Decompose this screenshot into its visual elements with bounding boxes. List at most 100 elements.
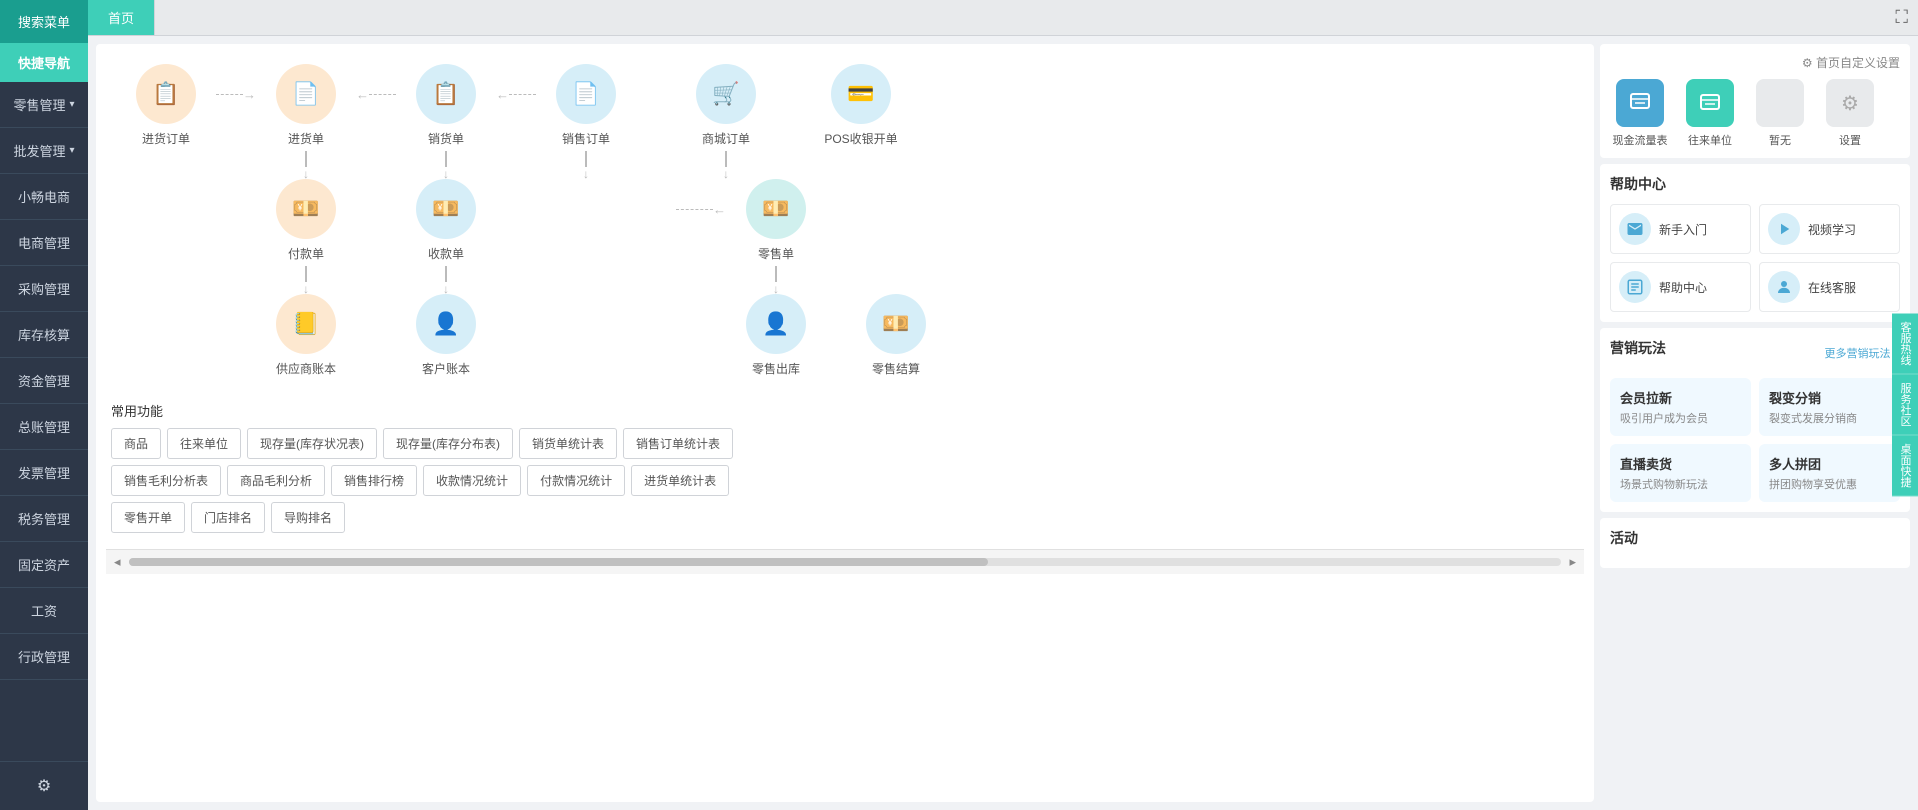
marketing-group[interactable]: 多人拼团 拼团购物享受优惠 (1759, 444, 1900, 502)
sidebar-search[interactable]: 搜索菜单 (0, 0, 88, 43)
customer-book-icon: 👤 (416, 294, 476, 354)
home-settings-link[interactable]: ⚙ 首页自定义设置 (1610, 54, 1900, 71)
customer-book-label: 客户账本 (422, 360, 470, 377)
func-btn-stock2[interactable]: 现存量(库存分布表) (383, 428, 513, 459)
func-btn-gross1[interactable]: 销售毛利分析表 (111, 465, 221, 496)
retail-icon: 💴 (746, 179, 806, 239)
func-btn-order-stat[interactable]: 销售订单统计表 (623, 428, 733, 459)
func-btn-gross2[interactable]: 商品毛利分析 (227, 465, 325, 496)
marketing-member-desc: 吸引用户成为会员 (1620, 410, 1741, 426)
func-btn-stock1[interactable]: 现存量(库存状况表) (247, 428, 377, 459)
flow-node-payment[interactable]: 💴 付款单 (256, 179, 356, 262)
flow-node-customer-book[interactable]: 👤 客户账本 (396, 294, 496, 377)
marketing-title: 营销玩法 (1610, 338, 1666, 358)
video-icon (1768, 213, 1800, 245)
func-btn-guide-rank[interactable]: 导购排名 (271, 502, 345, 533)
float-btn-desktop[interactable]: 桌面快捷 (1892, 436, 1918, 497)
func-btn-goods[interactable]: 商品 (111, 428, 161, 459)
mall-order-label: 商城订单 (702, 130, 750, 147)
func-btn-payment-stat[interactable]: 付款情况统计 (527, 465, 625, 496)
flow-node-purchase[interactable]: 📄 进货单 (256, 64, 356, 147)
flow-node-retail[interactable]: 💴 零售单 (726, 179, 826, 262)
quick-nav-icons: 现金流量表 往来单位 暂无 ⚙ 设置 (1610, 79, 1900, 148)
sidebar-item-purchase[interactable]: 采购管理 (0, 266, 88, 312)
func-btn-retail-order[interactable]: 零售开单 (111, 502, 185, 533)
func-btn-sales-stat[interactable]: 销货单统计表 (519, 428, 617, 459)
sidebar-item-ledger[interactable]: 总账管理 (0, 404, 88, 450)
flow-node-sales[interactable]: 📋 销货单 (396, 64, 496, 147)
expand-icon[interactable]: ⛶ (1885, 1, 1918, 34)
right-panel: ⚙ 首页自定义设置 现金流量表 往来单位 (1600, 44, 1910, 802)
marketing-fission[interactable]: 裂变分销 裂变式发展分销商 (1759, 378, 1900, 436)
marketing-fission-title: 裂变分销 (1769, 388, 1890, 407)
quick-icon-cashflow[interactable]: 现金流量表 (1610, 79, 1670, 148)
help-item-video[interactable]: 视频学习 (1759, 204, 1900, 254)
pos-icon: 💳 (831, 64, 891, 124)
sidebar-item-ecommerce-small[interactable]: 小畅电商 (0, 174, 88, 220)
sidebar-item-wholesale[interactable]: 批发管理▾ (0, 128, 88, 174)
quick-icon-partners[interactable]: 往来单位 (1680, 79, 1740, 148)
flow-node-supplier-book[interactable]: 📒 供应商账本 (256, 294, 356, 377)
sidebar-item-ecommerce[interactable]: 电商管理 (0, 220, 88, 266)
sidebar-item-tax[interactable]: 税务管理 (0, 496, 88, 542)
marketing-section: 营销玩法 更多营销玩法 > 会员拉新 吸引用户成为会员 裂变分销 裂变式发展分销… (1600, 328, 1910, 512)
marketing-fission-desc: 裂变式发展分销商 (1769, 410, 1890, 426)
flow-node-mall-order[interactable]: 🛒 商城订单 (676, 64, 776, 147)
help-center-label: 帮助中心 (1659, 279, 1707, 296)
tab-home[interactable]: 首页 (88, 0, 155, 35)
settings-icon: ⚙ (1826, 79, 1874, 127)
more-marketing-link[interactable]: 更多营销玩法 > (1825, 345, 1900, 361)
help-item-beginner[interactable]: 新手入门 (1610, 204, 1751, 254)
func-btn-purchase-stat[interactable]: 进货单统计表 (631, 465, 729, 496)
marketing-live[interactable]: 直播卖货 场景式购物新玩法 (1610, 444, 1751, 502)
flow-node-purchase-order[interactable]: 📋 进货订单 (116, 64, 216, 147)
help-title: 帮助中心 (1610, 174, 1900, 194)
sales-icon: 📋 (416, 64, 476, 124)
sidebar-item-retail[interactable]: 零售管理▾ (0, 82, 88, 128)
quick-icon-none[interactable]: 暂无 (1750, 79, 1810, 148)
marketing-grid: 会员拉新 吸引用户成为会员 裂变分销 裂变式发展分销商 直播卖货 场景式购物新玩… (1610, 378, 1900, 502)
help-section: 帮助中心 新手入门 视频学习 (1600, 164, 1910, 322)
sidebar-item-invoice[interactable]: 发票管理 (0, 450, 88, 496)
sidebar-item-salary[interactable]: 工资 (0, 588, 88, 634)
tab-bar: 首页 ⛶ (88, 0, 1918, 36)
sidebar-item-admin[interactable]: 行政管理 (0, 634, 88, 680)
flow-node-pos[interactable]: 💳 POS收银开单 (806, 64, 916, 147)
retail-settle-label: 零售结算 (872, 360, 920, 377)
beginner-label: 新手入门 (1659, 221, 1707, 238)
retail-label: 零售单 (758, 245, 794, 262)
func-btn-receipt-stat[interactable]: 收款情况统计 (423, 465, 521, 496)
func-btn-ranking[interactable]: 销售排行榜 (331, 465, 417, 496)
marketing-member[interactable]: 会员拉新 吸引用户成为会员 (1610, 378, 1751, 436)
sidebar-item-inventory[interactable]: 库存核算 (0, 312, 88, 358)
receipt-label: 收款单 (428, 245, 464, 262)
float-btn-community[interactable]: 服务社区 (1892, 375, 1918, 436)
flow-node-retail-settle[interactable]: 💴 零售结算 (846, 294, 946, 377)
activity-section: 活动 (1600, 518, 1910, 568)
flow-node-retail-out[interactable]: 👤 零售出库 (726, 294, 826, 377)
float-btn-service[interactable]: 客服热线 (1892, 314, 1918, 375)
sidebar: 搜索菜单 快捷导航 零售管理▾ 批发管理▾ 小畅电商 电商管理 采购管理 库存核… (0, 0, 88, 810)
content-area: 📋 进货订单 → 📄 进货单 ← (88, 36, 1918, 810)
help-item-service[interactable]: 在线客服 (1759, 262, 1900, 312)
purchase-order-icon: 📋 (136, 64, 196, 124)
sidebar-item-assets[interactable]: 固定资产 (0, 542, 88, 588)
scroll-track[interactable] (129, 558, 1562, 566)
flow-node-sales-order[interactable]: 📄 销售订单 (536, 64, 636, 147)
quick-icon-settings[interactable]: ⚙ 设置 (1820, 79, 1880, 148)
flow-diagram: 📋 进货订单 → 📄 进货单 ← (106, 54, 1584, 391)
retail-out-icon: 👤 (746, 294, 806, 354)
help-item-help[interactable]: 帮助中心 (1610, 262, 1751, 312)
func-btn-store-rank[interactable]: 门店排名 (191, 502, 265, 533)
flow-node-receipt[interactable]: 💴 收款单 (396, 179, 496, 262)
func-btn-partners[interactable]: 往来单位 (167, 428, 241, 459)
scroll-right-arrow[interactable]: ▸ (1569, 554, 1576, 570)
settings-label: 设置 (1839, 132, 1861, 148)
cashflow-label: 现金流量表 (1613, 132, 1668, 148)
supplier-book-label: 供应商账本 (276, 360, 336, 377)
marketing-group-desc: 拼团购物享受优惠 (1769, 476, 1890, 492)
sales-order-label: 销售订单 (562, 130, 610, 147)
sidebar-item-finance[interactable]: 资金管理 (0, 358, 88, 404)
sidebar-settings-button[interactable]: ⚙ (0, 761, 88, 810)
scroll-left-arrow[interactable]: ◂ (114, 554, 121, 570)
